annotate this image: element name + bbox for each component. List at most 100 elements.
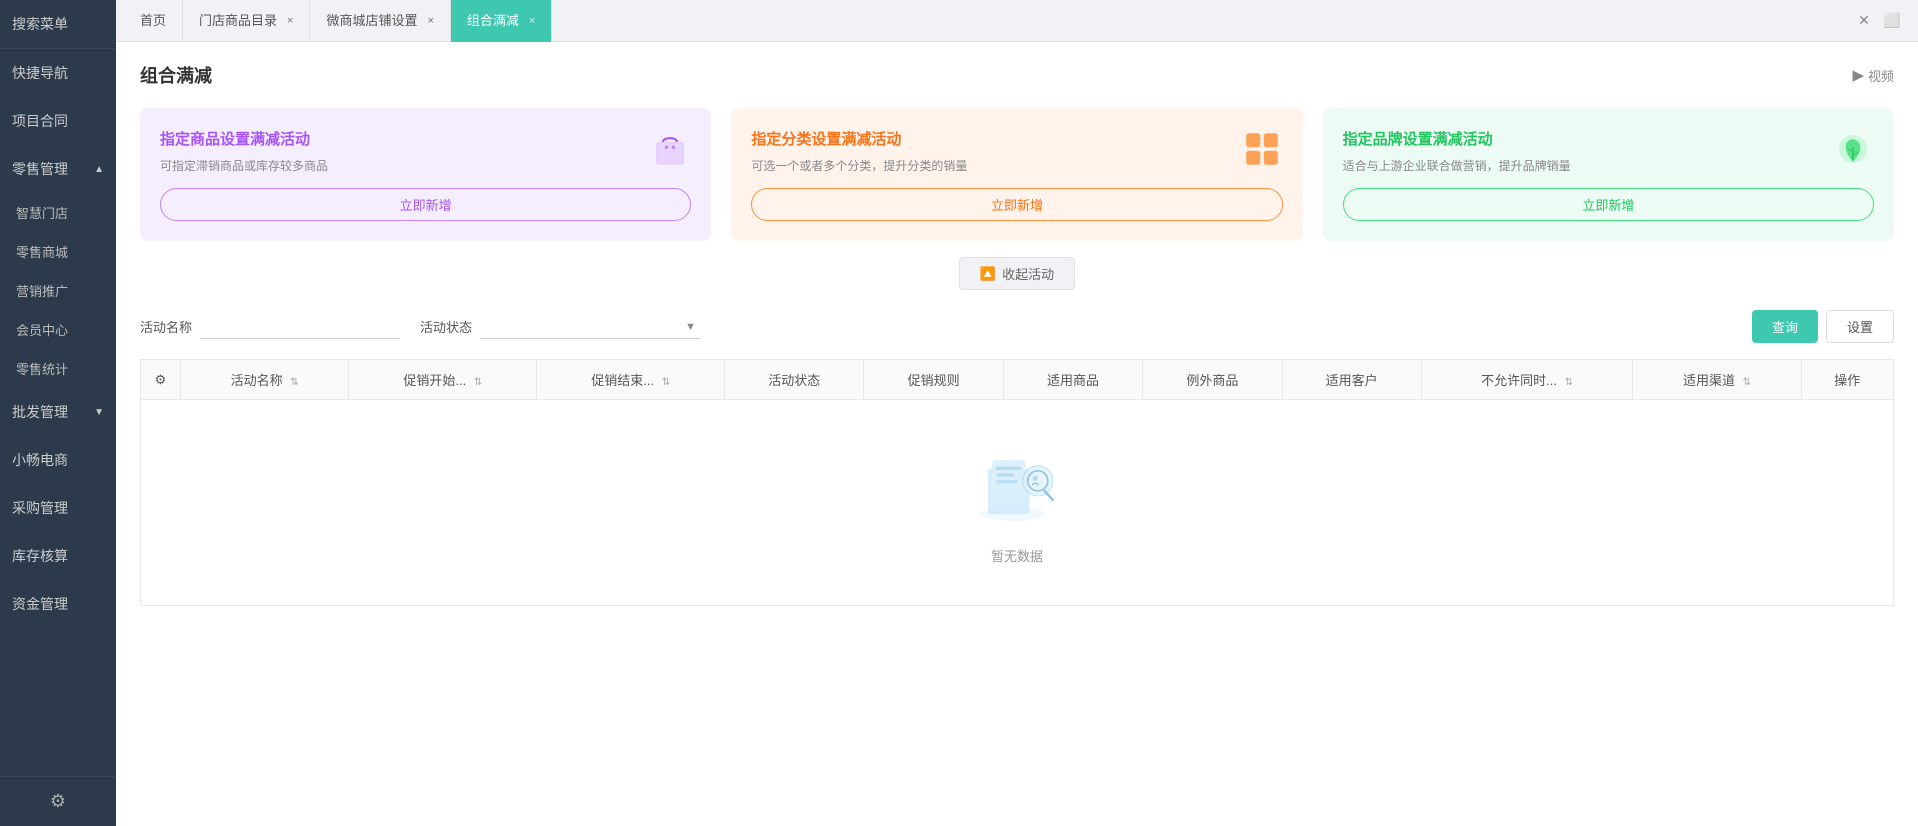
grid-icon xyxy=(1241,128,1283,177)
collapse-label: 收起活动 xyxy=(1002,264,1054,283)
search-menu[interactable]: 搜索菜单 xyxy=(0,0,116,49)
tab-combo-discount[interactable]: 组合满减 × xyxy=(451,0,552,42)
leaf-icon xyxy=(1832,128,1874,177)
close-icon[interactable]: × xyxy=(529,0,535,42)
table-header-operation: 操作 xyxy=(1801,360,1893,400)
window-controls: ✕ ⬜ xyxy=(1854,12,1910,29)
sidebar-item-label: 采购管理 xyxy=(12,498,68,518)
tab-label: 首页 xyxy=(140,0,166,42)
sidebar-item-wholesale-management[interactable]: 批发管理 ▼ xyxy=(0,388,116,436)
filter-buttons: 查询 设置 xyxy=(1752,310,1894,343)
page-content: 组合满减 ▶ 视频 指定商品设置满减活动 可指定滞销商品或库存较多商品 xyxy=(116,42,1918,826)
sidebar-item-label: 库存核算 xyxy=(12,546,68,566)
empty-illustration xyxy=(967,440,1067,530)
table-header-applicable-goods: 适用商品 xyxy=(1003,360,1142,400)
sidebar-item-label: 快捷导航 xyxy=(12,63,68,83)
table-header-settings[interactable]: ⚙ xyxy=(141,360,181,400)
card-title: 指定商品设置满减活动 xyxy=(160,128,691,149)
sidebar-bottom: ⚙ xyxy=(0,776,116,826)
sort-icon: ⇅ xyxy=(1565,377,1573,388)
sidebar: 搜索菜单 快捷导航 项目合同 零售管理 ▲ 智慧门店 零售商城 营销推广 会员中… xyxy=(0,0,116,826)
sidebar-item-retail-mall[interactable]: 零售商城 xyxy=(0,232,116,271)
activity-cards: 指定商品设置满减活动 可指定滞销商品或库存较多商品 立即新增 指定分类设 xyxy=(140,108,1894,241)
sidebar-item-member-center[interactable]: 会员中心 xyxy=(0,310,116,349)
filter-row: 活动名称 活动状态 进行中 已结束 未开始 ▼ 查询 设置 xyxy=(140,310,1894,343)
tab-label: 门店商品目录 xyxy=(199,0,277,42)
sidebar-item-label: 资金管理 xyxy=(12,594,68,614)
data-table: ⚙ 活动名称 ⇅ 促销开始... ⇅ 促销结束... ⇅ 活动状态 促销规则 xyxy=(140,359,1894,606)
page-title: 组合满减 xyxy=(140,62,212,88)
activity-status-select-wrapper: 进行中 已结束 未开始 ▼ xyxy=(480,315,700,339)
card-desc: 适合与上游企业联合做营销，提升品牌销量 xyxy=(1343,157,1874,174)
card-title: 指定分类设置满减活动 xyxy=(751,128,1282,149)
filter-item-activity-status: 活动状态 进行中 已结束 未开始 ▼ xyxy=(420,315,700,339)
table-header-promo-end[interactable]: 促销结束... ⇅ xyxy=(537,360,725,400)
search-menu-label: 搜索菜单 xyxy=(12,16,68,32)
sidebar-item-smart-store[interactable]: 智慧门店 xyxy=(0,193,116,232)
table-header-activity-name[interactable]: 活动名称 ⇅ xyxy=(181,360,349,400)
card-desc: 可选一个或者多个分类，提升分类的销量 xyxy=(751,157,1282,174)
sidebar-item-label: 批发管理 xyxy=(12,402,68,422)
collapse-activities-button[interactable]: 🔼 收起活动 xyxy=(959,257,1075,290)
chevron-up-icon: ▲ xyxy=(94,164,104,175)
play-circle-icon: ▶ xyxy=(1852,66,1864,84)
close-icon[interactable]: × xyxy=(287,0,293,42)
add-brand-discount-button[interactable]: 立即新增 xyxy=(1343,188,1874,221)
table-header-not-allow-same-time[interactable]: 不允许同时... ⇅ xyxy=(1421,360,1632,400)
chevron-down-icon: ▼ xyxy=(94,407,104,418)
table-header-applicable-channel[interactable]: 适用渠道 ⇅ xyxy=(1633,360,1801,400)
tab-store-catalog[interactable]: 门店商品目录 × xyxy=(183,0,310,42)
tabs-bar: 首页 门店商品目录 × 微商城店铺设置 × 组合满减 × ✕ ⬜ xyxy=(116,0,1918,42)
sort-icon: ⇅ xyxy=(662,377,670,388)
sidebar-item-label: 零售管理 xyxy=(12,159,68,179)
activity-name-input[interactable] xyxy=(200,315,400,339)
tab-label: 微商城店铺设置 xyxy=(326,0,417,42)
sidebar-item-label: 小畅电商 xyxy=(12,450,68,470)
empty-text: 暂无数据 xyxy=(991,546,1043,565)
empty-state: 暂无数据 xyxy=(141,400,1893,605)
query-button[interactable]: 查询 xyxy=(1752,310,1818,343)
sidebar-item-retail-management[interactable]: 零售管理 ▲ xyxy=(0,145,116,193)
video-button[interactable]: ▶ 视频 xyxy=(1852,66,1894,85)
close-icon[interactable]: × xyxy=(427,0,433,42)
tab-mini-store-settings[interactable]: 微商城店铺设置 × xyxy=(310,0,450,42)
activity-status-label: 活动状态 xyxy=(420,317,472,336)
tab-label: 组合满减 xyxy=(467,0,519,42)
sidebar-item-quick-nav[interactable]: 快捷导航 xyxy=(0,49,116,97)
main-area: 首页 门店商品目录 × 微商城店铺设置 × 组合满减 × ✕ ⬜ 组合满减 ▶ … xyxy=(116,0,1918,826)
sidebar-item-retail-stats[interactable]: 零售统计 xyxy=(0,349,116,388)
maximize-window-icon[interactable]: ⬜ xyxy=(1882,12,1902,29)
add-category-discount-button[interactable]: 立即新增 xyxy=(751,188,1282,221)
collapse-bar: 🔼 收起活动 xyxy=(140,257,1894,290)
sort-icon: ⇅ xyxy=(1743,377,1751,388)
activity-card-category-discount: 指定分类设置满减活动 可选一个或者多个分类，提升分类的销量 立即新增 xyxy=(731,108,1302,241)
sidebar-item-inventory-calc[interactable]: 库存核算 xyxy=(0,532,116,580)
add-product-discount-button[interactable]: 立即新增 xyxy=(160,188,691,221)
activity-name-label: 活动名称 xyxy=(140,317,192,336)
video-label: 视频 xyxy=(1868,66,1894,85)
sidebar-item-label: 项目合同 xyxy=(12,111,68,131)
chevron-up-icon: 🔼 xyxy=(980,266,996,282)
table-header-applicable-customer: 适用客户 xyxy=(1282,360,1421,400)
sidebar-item-xiaochang-ecommerce[interactable]: 小畅电商 xyxy=(0,436,116,484)
sidebar-item-purchase-management[interactable]: 采购管理 xyxy=(0,484,116,532)
sidebar-item-marketing[interactable]: 营销推广 xyxy=(0,271,116,310)
table-header-activity-status: 活动状态 xyxy=(725,360,864,400)
card-desc: 可指定滞销商品或库存较多商品 xyxy=(160,157,691,174)
sidebar-item-fund-management[interactable]: 资金管理 xyxy=(0,580,116,628)
sort-icon: ⇅ xyxy=(290,377,298,388)
settings-icon[interactable]: ⚙ xyxy=(50,791,66,812)
sidebar-item-project-contract[interactable]: 项目合同 xyxy=(0,97,116,145)
settings-button[interactable]: 设置 xyxy=(1826,310,1894,343)
page-header: 组合满减 ▶ 视频 xyxy=(140,62,1894,88)
activity-card-brand-discount: 指定品牌设置满减活动 适合与上游企业联合做营销，提升品牌销量 立即新增 xyxy=(1323,108,1894,241)
bag-icon xyxy=(649,128,691,177)
table-header-exception-goods: 例外商品 xyxy=(1143,360,1282,400)
table-header-promo-start[interactable]: 促销开始... ⇅ xyxy=(349,360,537,400)
activity-card-product-discount: 指定商品设置满减活动 可指定滞销商品或库存较多商品 立即新增 xyxy=(140,108,711,241)
sort-icon: ⇅ xyxy=(474,377,482,388)
close-window-icon[interactable]: ✕ xyxy=(1854,12,1874,29)
activity-status-select[interactable]: 进行中 已结束 未开始 xyxy=(480,315,700,339)
tab-home[interactable]: 首页 xyxy=(124,0,183,42)
filter-item-activity-name: 活动名称 xyxy=(140,315,400,339)
